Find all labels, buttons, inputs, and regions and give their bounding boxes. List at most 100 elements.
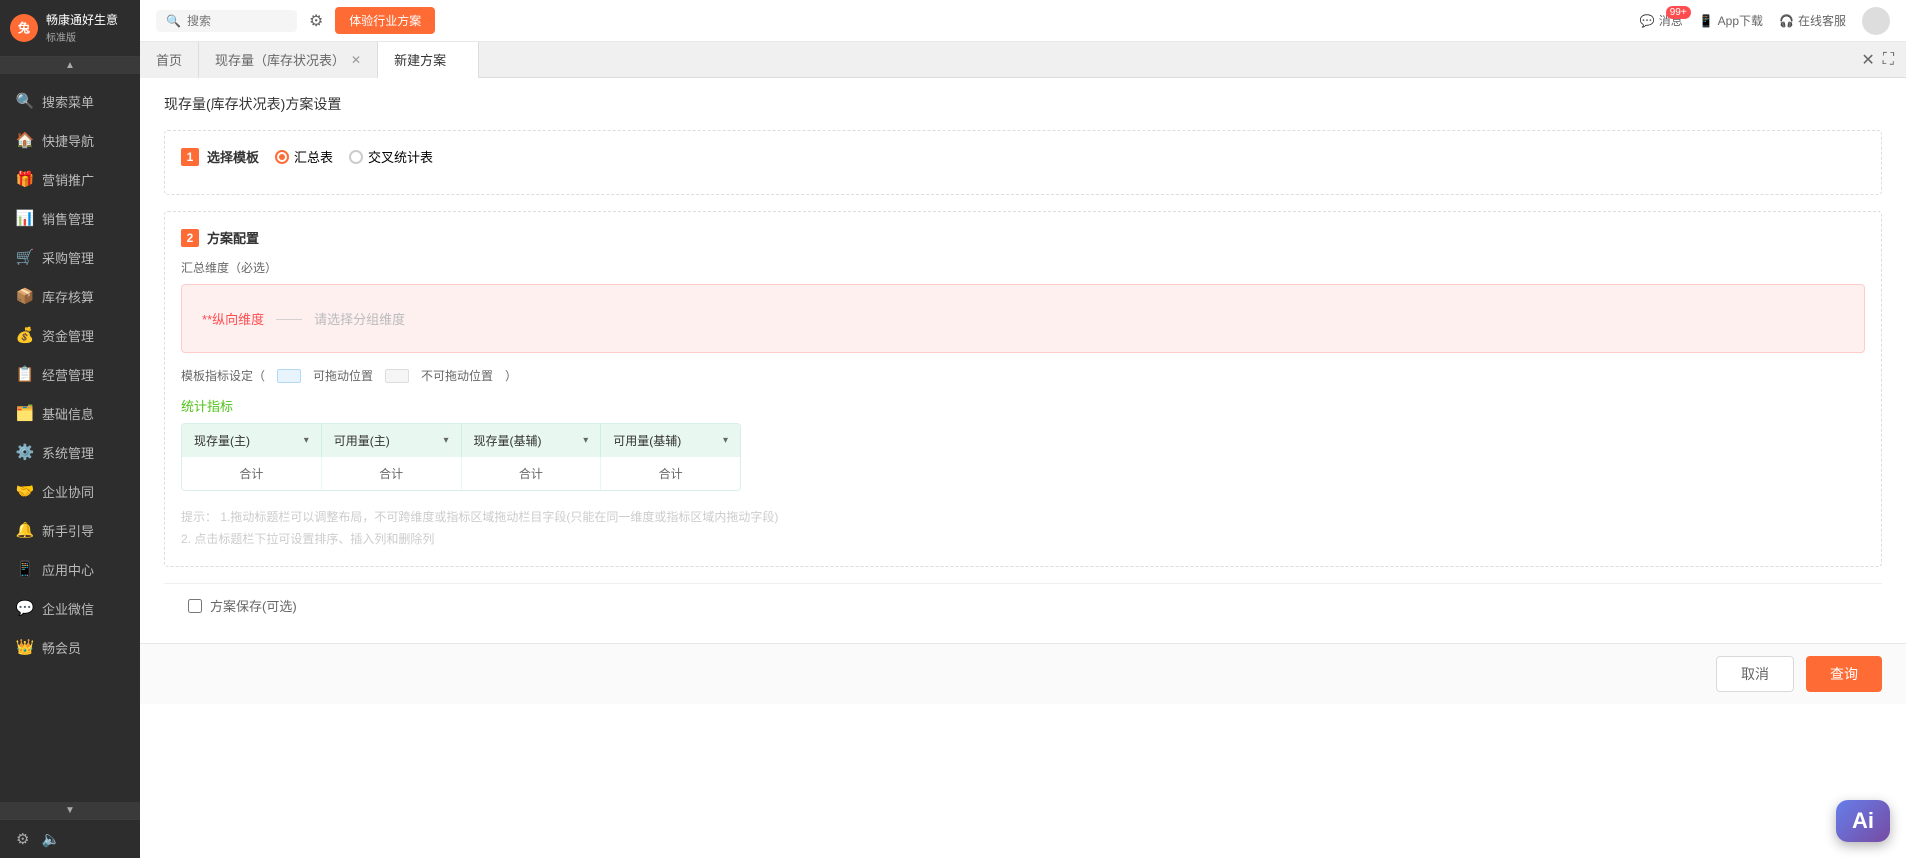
sidebar-item-search-menu[interactable]: 🔍 搜索菜单	[0, 82, 140, 121]
sidebar-item-label: 搜索菜单	[42, 92, 94, 111]
sidebar-item-sales[interactable]: 📊 销售管理	[0, 199, 140, 238]
stats-body-col-3: 合计	[462, 457, 602, 490]
stats-col-3[interactable]: 现存量(基辅) ▾	[462, 424, 602, 457]
phone-icon: 📱	[1699, 14, 1714, 28]
sidebar-item-newbie[interactable]: 🔔 新手引导	[0, 511, 140, 550]
tab-home[interactable]: 首页	[140, 42, 199, 78]
sidebar-item-label: 应用中心	[42, 560, 94, 579]
sidebar-item-label: 企业微信	[42, 599, 94, 618]
home-icon: 🏠	[16, 131, 34, 149]
wechat-icon: 💬	[16, 599, 34, 617]
dim-required-text: **纵向维度	[202, 309, 264, 328]
stats-col-2[interactable]: 可用量(主) ▾	[322, 424, 462, 457]
speaker-footer-icon[interactable]: 🔈	[41, 830, 60, 848]
sidebar-item-label: 销售管理	[42, 209, 94, 228]
tab-home-label: 首页	[156, 50, 182, 69]
stats-col-1-label: 现存量(主)	[194, 432, 250, 449]
user-avatar[interactable]	[1862, 7, 1890, 35]
ai-badge[interactable]: Ai	[1836, 800, 1890, 842]
search-input[interactable]	[187, 14, 287, 28]
section2-header: 2 方案配置	[181, 228, 1865, 247]
chevron-down-icon-3: ▾	[583, 435, 588, 446]
app-name: 畅康通好生意	[46, 12, 118, 29]
search-icon-topbar: 🔍	[166, 14, 181, 28]
folder-icon: 🗂️	[16, 404, 34, 422]
radio-summary-circle	[275, 150, 289, 164]
window-expand-icon[interactable]: ⛶	[1883, 51, 1894, 69]
message-icon: 💬	[1640, 14, 1655, 28]
sidebar-item-finance[interactable]: 💰 资金管理	[0, 316, 140, 355]
save-checkbox[interactable]	[188, 599, 202, 613]
settings-footer-icon[interactable]: ⚙	[16, 830, 29, 848]
stats-body-col-4: 合计	[601, 457, 740, 490]
tab-new-plan[interactable]: 新建方案 ✕	[378, 42, 479, 78]
crown-icon: 👑	[16, 638, 34, 656]
footer-buttons: 取消 查询	[140, 643, 1906, 704]
radio-summary-label: 汇总表	[294, 147, 333, 166]
sidebar-item-label: 资金管理	[42, 326, 94, 345]
sidebar-item-system[interactable]: ⚙️ 系统管理	[0, 433, 140, 472]
section1-num: 1	[181, 148, 199, 166]
sidebar-item-marketing[interactable]: 🎁 营销推广	[0, 160, 140, 199]
sidebar-item-basic[interactable]: 🗂️ 基础信息	[0, 394, 140, 433]
search-icon: 🔍	[16, 92, 34, 110]
indicator-label-text: 模板指标设定（	[181, 367, 265, 384]
section1-title: 选择模板	[207, 147, 259, 166]
online-service-button[interactable]: 🎧 在线客服	[1779, 12, 1846, 29]
dim-placeholder: 请选择分组维度	[314, 309, 405, 328]
indicator-row: 模板指标设定（ 可拖动位置 不可拖动位置 ）	[181, 367, 1865, 384]
search-box[interactable]: 🔍	[156, 10, 297, 32]
service-label: 在线客服	[1798, 12, 1846, 29]
sidebar-item-cooperation[interactable]: 🤝 企业协同	[0, 472, 140, 511]
stats-col-4[interactable]: 可用量(基辅) ▾	[601, 424, 740, 457]
sidebar-item-inventory[interactable]: 📦 库存核算	[0, 277, 140, 316]
chevron-down-icon-2: ▾	[443, 435, 448, 446]
trial-button[interactable]: 体验行业方案	[335, 7, 435, 34]
template-radio-group: 汇总表 交叉统计表	[275, 147, 433, 166]
settings-icon[interactable]: ⚙	[309, 11, 323, 31]
sidebar-scroll-down[interactable]: ▼	[0, 802, 140, 819]
radio-cross[interactable]: 交叉统计表	[349, 147, 433, 166]
hint-line-1: 提示： 1.拖动标题栏可以调整布局，不可跨维度或指标区域拖动栏目字段(只能在同一…	[181, 507, 1865, 529]
sidebar-nav: 🔍 搜索菜单 🏠 快捷导航 🎁 营销推广 📊 销售管理 🛒 采购管理 📦 库存核…	[0, 74, 140, 802]
headset-icon: 🎧	[1779, 14, 1794, 28]
sidebar-item-quick-nav[interactable]: 🏠 快捷导航	[0, 121, 140, 160]
stats-col-1[interactable]: 现存量(主) ▾	[182, 424, 322, 457]
stats-label: 统计指标	[181, 396, 1865, 415]
topbar: 🔍 ⚙ 体验行业方案 💬 消息 99+ 📱 App下载 🎧 在线客服	[140, 0, 1906, 42]
section2-title: 方案配置	[207, 228, 259, 247]
sidebar-item-operations[interactable]: 📋 经营管理	[0, 355, 140, 394]
sidebar-item-member[interactable]: 👑 畅会员	[0, 628, 140, 667]
section2-num: 2	[181, 229, 199, 247]
cart-icon: 🛒	[16, 248, 34, 266]
radio-cross-label: 交叉统计表	[368, 147, 433, 166]
sidebar-item-wechat[interactable]: 💬 企业微信	[0, 589, 140, 628]
query-button[interactable]: 查询	[1806, 656, 1882, 692]
window-close-icon[interactable]: ✕	[1861, 50, 1874, 70]
tab-inventory-status[interactable]: 现存量（库存状况表） ✕	[199, 42, 378, 78]
app-version: 标准版	[46, 29, 118, 44]
stats-table-body: 合计 合计 合计 合计	[182, 457, 740, 490]
sidebar-scroll-up[interactable]: ▲	[0, 57, 140, 74]
content-area: 现存量(库存状况表)方案设置 1 选择模板 汇总表	[140, 78, 1906, 858]
main-area: 🔍 ⚙ 体验行业方案 💬 消息 99+ 📱 App下载 🎧 在线客服 首页	[140, 0, 1906, 858]
sidebar-item-purchase[interactable]: 🛒 采购管理	[0, 238, 140, 277]
radio-summary[interactable]: 汇总表	[275, 147, 333, 166]
app-download-button[interactable]: 📱 App下载	[1699, 12, 1763, 29]
stats-col-2-label: 可用量(主)	[334, 432, 390, 449]
sidebar-logo: 兔 畅康通好生意 标准版	[0, 0, 140, 57]
dim-area[interactable]: **纵向维度 —— 请选择分组维度	[181, 284, 1865, 353]
gift-icon: 🎁	[16, 170, 34, 188]
hint-line-2: 2. 点击标题栏下拉可设置排序、插入列和删除列	[181, 529, 1865, 551]
message-button[interactable]: 💬 消息 99+	[1640, 12, 1683, 29]
box-icon: 📦	[16, 287, 34, 305]
save-row: 方案保存(可选)	[164, 583, 1882, 627]
tab-new-plan-close[interactable]: ✕	[452, 53, 462, 67]
clipboard-icon: 📋	[16, 365, 34, 383]
cancel-button[interactable]: 取消	[1716, 656, 1794, 692]
sidebar-item-label: 快捷导航	[42, 131, 94, 150]
tab-inventory-close[interactable]: ✕	[351, 53, 361, 67]
section-template: 1 选择模板 汇总表 交叉统计表	[164, 130, 1882, 195]
sidebar-footer: ⚙ 🔈	[0, 819, 140, 858]
sidebar-item-app-center[interactable]: 📱 应用中心	[0, 550, 140, 589]
